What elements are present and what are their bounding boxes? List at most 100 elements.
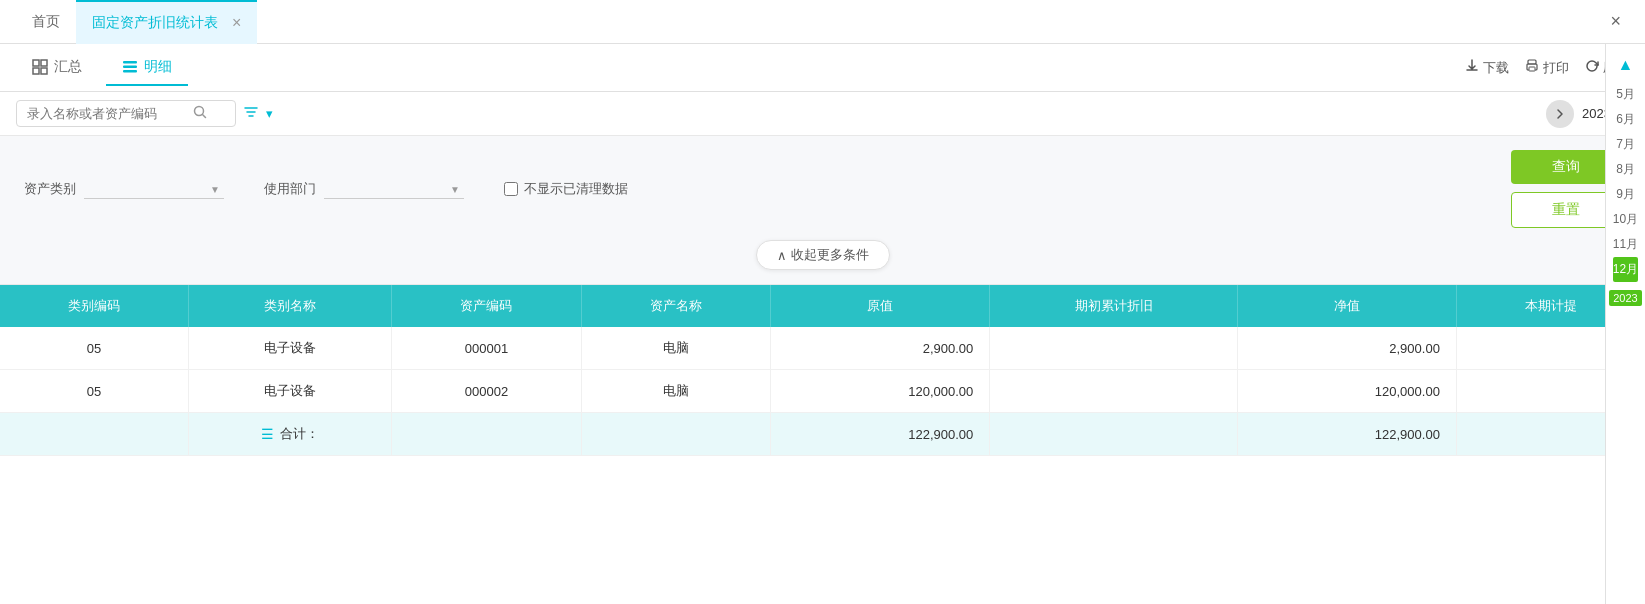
table-cell: 电子设备 xyxy=(189,370,392,413)
download-action[interactable]: 下载 xyxy=(1465,59,1509,77)
table-cell: 2,900.00 xyxy=(771,327,990,370)
dept-filter: 使用部门 xyxy=(264,179,464,199)
chevron-up-icon: ∧ xyxy=(777,248,787,263)
hide-cleared-checkbox-item[interactable]: 不显示已清理数据 xyxy=(504,180,628,198)
close-tab-button[interactable]: × xyxy=(232,14,241,32)
table-cell: 05 xyxy=(0,370,189,413)
total-label: 合计： xyxy=(280,425,319,443)
table-cell xyxy=(990,370,1238,413)
sidebar-month-item[interactable]: 9月 xyxy=(1613,182,1638,207)
search-icon xyxy=(193,105,207,122)
detail-icon xyxy=(122,59,138,75)
table-cell: 000001 xyxy=(392,327,582,370)
svg-rect-4 xyxy=(123,61,137,64)
search-input[interactable] xyxy=(27,106,187,121)
year-badge: 2023 xyxy=(1609,290,1641,306)
total-cell: ☰合计： xyxy=(189,413,392,456)
col-accumulated-depreciation: 期初累计折旧 xyxy=(990,285,1238,327)
asset-type-select-wrap[interactable] xyxy=(84,179,224,199)
tab-label: 固定资产折旧统计表 xyxy=(92,14,218,32)
assets-table: 类别编码 类别名称 资产编码 资产名称 原值 期初累计折旧 净值 本期计提 05… xyxy=(0,285,1645,456)
table-row: 05电子设备000002电脑120,000.00120,000.00 xyxy=(0,370,1645,413)
chevron-down-icon: ▾ xyxy=(266,106,273,121)
hide-cleared-checkbox[interactable] xyxy=(504,182,518,196)
filter-area: 资产类别 使用部门 不显示已清理数据 查询 重置 ∧ xyxy=(0,136,1645,285)
table-row: 05电子设备000001电脑2,900.002,900.00 xyxy=(0,327,1645,370)
tab-bar: 汇总 明细 下载 xyxy=(0,44,1645,92)
total-cell: 122,900.00 xyxy=(1238,413,1457,456)
table-cell: 120,000.00 xyxy=(1238,370,1457,413)
table-cell: 电脑 xyxy=(581,370,771,413)
sidebar-month-item[interactable]: 7月 xyxy=(1613,132,1638,157)
table-body: 05电子设备000001电脑2,900.002,900.0005电子设备0000… xyxy=(0,327,1645,456)
table-cell: 电子设备 xyxy=(189,327,392,370)
dept-label: 使用部门 xyxy=(264,180,316,198)
asset-type-filter: 资产类别 xyxy=(24,179,224,199)
sidebar-months-container: 5月6月7月8月9月10月11月12月 xyxy=(1613,82,1638,282)
fixed-assets-tab[interactable]: 固定资产折旧统计表 × xyxy=(76,0,257,44)
table-header-row: 类别编码 类别名称 资产编码 资产名称 原值 期初累计折旧 净值 本期计提 xyxy=(0,285,1645,327)
right-arrow-button[interactable] xyxy=(1546,100,1574,128)
dept-select-wrap[interactable] xyxy=(324,179,464,199)
search-input-wrap[interactable] xyxy=(16,100,236,127)
collapse-button[interactable]: ∧ 收起更多条件 xyxy=(756,240,890,270)
total-row: ☰合计： 122,900.00 122,900.00 xyxy=(0,413,1645,456)
print-label: 打印 xyxy=(1543,59,1569,77)
sidebar-month-item[interactable]: 6月 xyxy=(1613,107,1638,132)
col-net-value: 净值 xyxy=(1238,285,1457,327)
sidebar-month-item[interactable]: 11月 xyxy=(1613,232,1638,257)
collapse-row: ∧ 收起更多条件 xyxy=(24,240,1621,270)
col-original-value: 原值 xyxy=(771,285,990,327)
sidebar-month-item[interactable]: 12月 xyxy=(1613,257,1638,282)
table-cell: 2,900.00 xyxy=(1238,327,1457,370)
total-cell xyxy=(990,413,1238,456)
total-cell xyxy=(392,413,582,456)
table-wrap: 类别编码 类别名称 资产编码 资产名称 原值 期初累计折旧 净值 本期计提 05… xyxy=(0,285,1645,604)
more-conditions-btn[interactable]: ▾ xyxy=(244,105,273,122)
table-cell: 120,000.00 xyxy=(771,370,990,413)
table-cell: 000002 xyxy=(392,370,582,413)
table-cell: 05 xyxy=(0,327,189,370)
svg-rect-3 xyxy=(41,68,47,74)
svg-rect-9 xyxy=(1529,67,1535,71)
download-label: 下载 xyxy=(1483,59,1509,77)
svg-rect-5 xyxy=(123,65,137,68)
filter-row: 资产类别 使用部门 不显示已清理数据 查询 重置 xyxy=(24,150,1621,228)
refresh-icon xyxy=(1585,59,1599,76)
svg-rect-6 xyxy=(123,70,137,73)
home-nav-item[interactable]: 首页 xyxy=(16,0,76,44)
hide-cleared-label: 不显示已清理数据 xyxy=(524,180,628,198)
total-cell xyxy=(0,413,189,456)
tab-summary[interactable]: 汇总 xyxy=(16,50,98,86)
sidebar-nav-up[interactable]: ▲ xyxy=(1614,52,1638,78)
filter-icon xyxy=(244,105,258,122)
total-cell xyxy=(581,413,771,456)
asset-type-label: 资产类别 xyxy=(24,180,76,198)
table-cell xyxy=(990,327,1238,370)
print-icon xyxy=(1525,59,1539,76)
download-icon xyxy=(1465,59,1479,76)
top-nav: 首页 固定资产折旧统计表 × × xyxy=(0,0,1645,44)
print-action[interactable]: 打印 xyxy=(1525,59,1569,77)
svg-line-11 xyxy=(203,115,206,118)
sidebar-month-item[interactable]: 10月 xyxy=(1613,207,1638,232)
col-asset-code: 资产编码 xyxy=(392,285,582,327)
dept-select[interactable] xyxy=(324,179,464,199)
table-cell: 电脑 xyxy=(581,327,771,370)
sidebar-month-item[interactable]: 5月 xyxy=(1613,82,1638,107)
summary-label: 汇总 xyxy=(54,58,82,76)
summary-icon xyxy=(32,59,48,75)
svg-rect-1 xyxy=(41,60,47,66)
total-cell: 122,900.00 xyxy=(771,413,990,456)
col-category-name: 类别名称 xyxy=(189,285,392,327)
col-category-code: 类别编码 xyxy=(0,285,189,327)
asset-type-select[interactable] xyxy=(84,179,224,199)
search-bar: ▾ 2023.01 xyxy=(0,92,1645,136)
right-sidebar: ▲ 5月6月7月8月9月10月11月12月 2023 xyxy=(1605,44,1645,604)
tab-detail[interactable]: 明细 xyxy=(106,50,188,86)
collapse-label: 收起更多条件 xyxy=(791,246,869,264)
col-asset-name: 资产名称 xyxy=(581,285,771,327)
detail-label: 明细 xyxy=(144,58,172,76)
sidebar-month-item[interactable]: 8月 xyxy=(1613,157,1638,182)
close-window-button[interactable]: × xyxy=(1602,11,1629,32)
